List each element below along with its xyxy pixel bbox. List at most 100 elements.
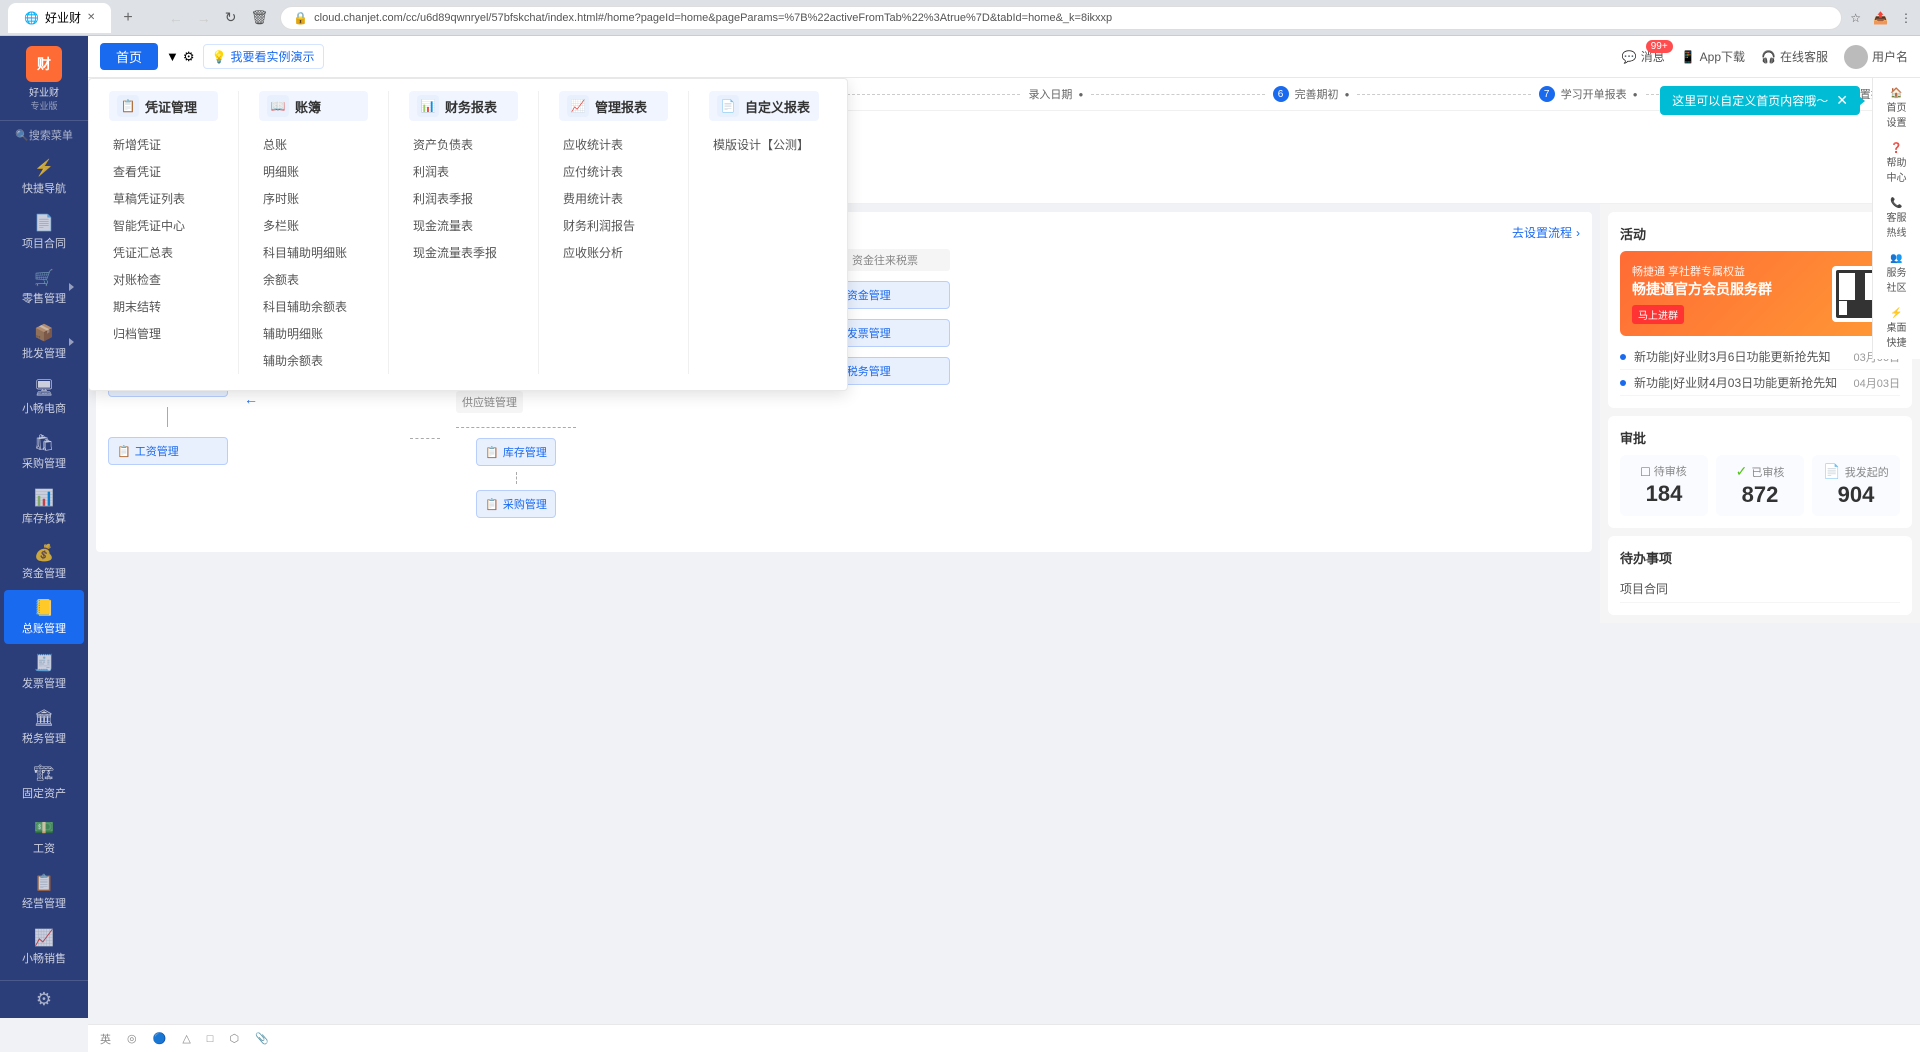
menu-balance-sheet[interactable]: 资产负债表 bbox=[409, 131, 518, 158]
tab-close-btn[interactable]: ✕ bbox=[87, 12, 95, 23]
help-icon: ❓ bbox=[1890, 143, 1902, 154]
menu-receivable-stats[interactable]: 应收统计表 bbox=[559, 131, 668, 158]
sidebar-item-contract[interactable]: 📄 项目合同 bbox=[4, 205, 84, 259]
menu-subject-balance[interactable]: 科目辅助余额表 bbox=[259, 293, 368, 320]
rq-community[interactable]: 👥 服务 社区 bbox=[1873, 247, 1920, 300]
sidebar-item-ecommerce[interactable]: 🖥 小畅电商 bbox=[4, 370, 84, 424]
app-download-btn[interactable]: 📱 App下载 bbox=[1681, 48, 1745, 65]
app-layout: 财 好业财 专业版 🔍 搜索菜单 ⚡ 快捷导航 📄 项目合同 🛒 零售管理 � bbox=[0, 36, 1920, 1018]
active-tab[interactable]: 🌐 好业财 ✕ bbox=[8, 3, 111, 33]
activity-text-2: 新功能|好业财4月03日功能更新抢先知 bbox=[1634, 374, 1837, 391]
rq-desktop-shortcut[interactable]: ⚡ 桌面 快捷 bbox=[1873, 302, 1920, 355]
nav-delete-btn[interactable]: 🗑 bbox=[246, 7, 272, 28]
bottom-icon-5[interactable]: ⬡ bbox=[229, 1032, 239, 1045]
demo-tip[interactable]: 💡 我要看实例演示 bbox=[203, 44, 324, 69]
menu-aux-detail[interactable]: 辅助明细账 bbox=[259, 320, 368, 347]
sidebar-settings[interactable]: ⚙ bbox=[0, 980, 88, 1018]
sidebar-item-retail[interactable]: 🛒 零售管理 bbox=[4, 260, 84, 314]
flow-purchase[interactable]: 📋 采购管理 bbox=[476, 490, 556, 518]
new-tab-btn[interactable]: + bbox=[115, 5, 140, 31]
sidebar-item-quick[interactable]: ⚡ 快捷导航 bbox=[4, 150, 84, 204]
menu-multi-column[interactable]: 多栏账 bbox=[259, 212, 368, 239]
bottom-icon-6[interactable]: 📎 bbox=[255, 1032, 269, 1045]
menu-aux-balance[interactable]: 辅助余额表 bbox=[259, 347, 368, 374]
bottom-icon-4[interactable]: □ bbox=[207, 1033, 214, 1045]
rq-home-settings[interactable]: 🏠 首页 设置 bbox=[1873, 82, 1920, 135]
menu-profit-report[interactable]: 财务利润报告 bbox=[559, 212, 668, 239]
browser-cast-icon[interactable]: 📤 bbox=[1873, 11, 1888, 25]
nav-forward-btn[interactable]: → bbox=[193, 8, 215, 28]
settings-trigger-icon[interactable]: ⚙ bbox=[183, 49, 195, 65]
nav-back-btn[interactable]: ← bbox=[165, 8, 187, 28]
menu-add-voucher[interactable]: 新增凭证 bbox=[109, 131, 218, 158]
menu-subject-detail[interactable]: 科目辅助明细账 bbox=[259, 239, 368, 266]
menu-reconcile[interactable]: 对账检查 bbox=[109, 266, 218, 293]
bottom-icon-3[interactable]: △ bbox=[182, 1032, 190, 1045]
step-7[interactable]: 7 学习开单报表 ● bbox=[1539, 86, 1638, 102]
sidebar-item-tax[interactable]: 🏛 税务管理 bbox=[4, 700, 84, 754]
approval-pending-label: □ 待审核 bbox=[1628, 463, 1700, 479]
sidebar-item-sales[interactable]: 📈 小畅销售 bbox=[4, 920, 84, 974]
goto-flow-btn[interactable]: 去设置流程 › bbox=[1512, 224, 1580, 241]
sidebar-item-operation[interactable]: 📋 经营管理 bbox=[4, 865, 84, 919]
approval-pending[interactable]: □ 待审核 184 bbox=[1620, 455, 1708, 516]
mega-menu: 📋 凭证管理 新增凭证 查看凭证 草稿凭证列表 智能凭证中心 凭证汇总表 对账检… bbox=[88, 78, 848, 391]
sidebar-search[interactable]: 🔍 搜索菜单 bbox=[0, 121, 88, 149]
join-btn[interactable]: 马上进群 bbox=[1632, 305, 1684, 324]
mgmt-report-header-icon: 📈 bbox=[567, 95, 589, 117]
bottom-icon-1[interactable]: ◎ bbox=[127, 1032, 137, 1045]
step-6[interactable]: 6 完善期初 ● bbox=[1273, 86, 1350, 102]
user-avatar-btn[interactable]: 用户名 bbox=[1844, 45, 1908, 69]
menu-profit-quarterly[interactable]: 利润表季报 bbox=[409, 185, 518, 212]
activity-item-1[interactable]: 新功能|好业财3月6日功能更新抢先知 03月06日 bbox=[1620, 344, 1900, 370]
menu-template-design[interactable]: 模版设计【公测】 bbox=[709, 131, 819, 158]
sidebar-item-purchase[interactable]: 🛍 采购管理 bbox=[4, 425, 84, 479]
menu-receivable-analysis[interactable]: 应收账分析 bbox=[559, 239, 668, 266]
menu-draft-voucher[interactable]: 草稿凭证列表 bbox=[109, 185, 218, 212]
activity-item-2[interactable]: 新功能|好业财4月03日功能更新抢先知 04月03日 bbox=[1620, 370, 1900, 396]
sidebar-item-ledger[interactable]: 📒 总账管理 bbox=[4, 590, 84, 644]
step-5[interactable]: 录入日期 ● bbox=[1028, 86, 1083, 102]
bottom-icon-2[interactable]: 🔵 bbox=[153, 1032, 167, 1045]
sidebar-item-inventory[interactable]: 📊 库存核算 bbox=[4, 480, 84, 534]
message-btn[interactable]: 💬 消息 99+ bbox=[1622, 48, 1665, 65]
sidebar-item-salary[interactable]: 💵 工资 bbox=[4, 810, 84, 864]
home-tab[interactable]: 首页 bbox=[100, 43, 158, 70]
menu-archive[interactable]: 归档管理 bbox=[109, 320, 218, 347]
sidebar-item-invoice[interactable]: 🧾 发票管理 bbox=[4, 645, 84, 699]
page-body: 1 新增凭证 ● 3 填写凭证信息 ● 录入日期 bbox=[88, 78, 1920, 1018]
menu-profit-loss[interactable]: 利润表 bbox=[409, 158, 518, 185]
menu-period-close[interactable]: 期末结转 bbox=[109, 293, 218, 320]
bottom-lang[interactable]: 英 bbox=[100, 1031, 111, 1047]
dropdown-trigger[interactable]: ▼ ⚙ bbox=[166, 49, 195, 65]
browser-menu-icon[interactable]: ⋮ bbox=[1900, 11, 1912, 25]
url-bar[interactable]: 🔒 cloud.chanjet.com/cc/u6d89qwnryel/57bf… bbox=[280, 6, 1842, 30]
menu-cashflow-quarterly[interactable]: 现金流量表季报 bbox=[409, 239, 518, 266]
flow-salary-mgmt[interactable]: 📋 工资管理 bbox=[108, 437, 228, 465]
step-7-dot: ● bbox=[1633, 90, 1638, 99]
rq-customer-service[interactable]: 📞 客服 热线 bbox=[1873, 192, 1920, 245]
menu-payable-stats[interactable]: 应付统计表 bbox=[559, 158, 668, 185]
sidebar-item-wholesale[interactable]: 📦 批发管理 bbox=[4, 315, 84, 369]
flow-inventory[interactable]: 📋 库存管理 bbox=[476, 438, 556, 466]
menu-detail-ledger[interactable]: 明细账 bbox=[259, 158, 368, 185]
menu-balance[interactable]: 余额表 bbox=[259, 266, 368, 293]
sidebar-item-assets[interactable]: 🏗 固定资产 bbox=[4, 755, 84, 809]
menu-expense-stats[interactable]: 费用统计表 bbox=[559, 185, 668, 212]
online-service-btn[interactable]: 🎧 在线客服 bbox=[1761, 48, 1828, 65]
nav-refresh-btn[interactable]: ↻ bbox=[221, 7, 241, 28]
menu-smart-voucher[interactable]: 智能凭证中心 bbox=[109, 212, 218, 239]
rq-help-center[interactable]: ❓ 帮助 中心 bbox=[1873, 137, 1920, 190]
app-download-icon: 📱 bbox=[1681, 50, 1696, 64]
approval-mine[interactable]: 📄 我发起的 904 bbox=[1812, 455, 1900, 516]
pending-item-contract[interactable]: 项目合同 bbox=[1620, 575, 1900, 603]
menu-voucher-summary[interactable]: 凭证汇总表 bbox=[109, 239, 218, 266]
menu-chronological[interactable]: 序时账 bbox=[259, 185, 368, 212]
browser-bookmark-icon[interactable]: ☆ bbox=[1850, 11, 1861, 25]
menu-general-ledger[interactable]: 总账 bbox=[259, 131, 368, 158]
sidebar-item-finance[interactable]: 💰 资金管理 bbox=[4, 535, 84, 589]
approval-done[interactable]: ✓ 已审核 872 bbox=[1716, 455, 1804, 516]
menu-view-voucher[interactable]: 查看凭证 bbox=[109, 158, 218, 185]
menu-cashflow[interactable]: 现金流量表 bbox=[409, 212, 518, 239]
step-line-4 bbox=[847, 94, 1020, 95]
